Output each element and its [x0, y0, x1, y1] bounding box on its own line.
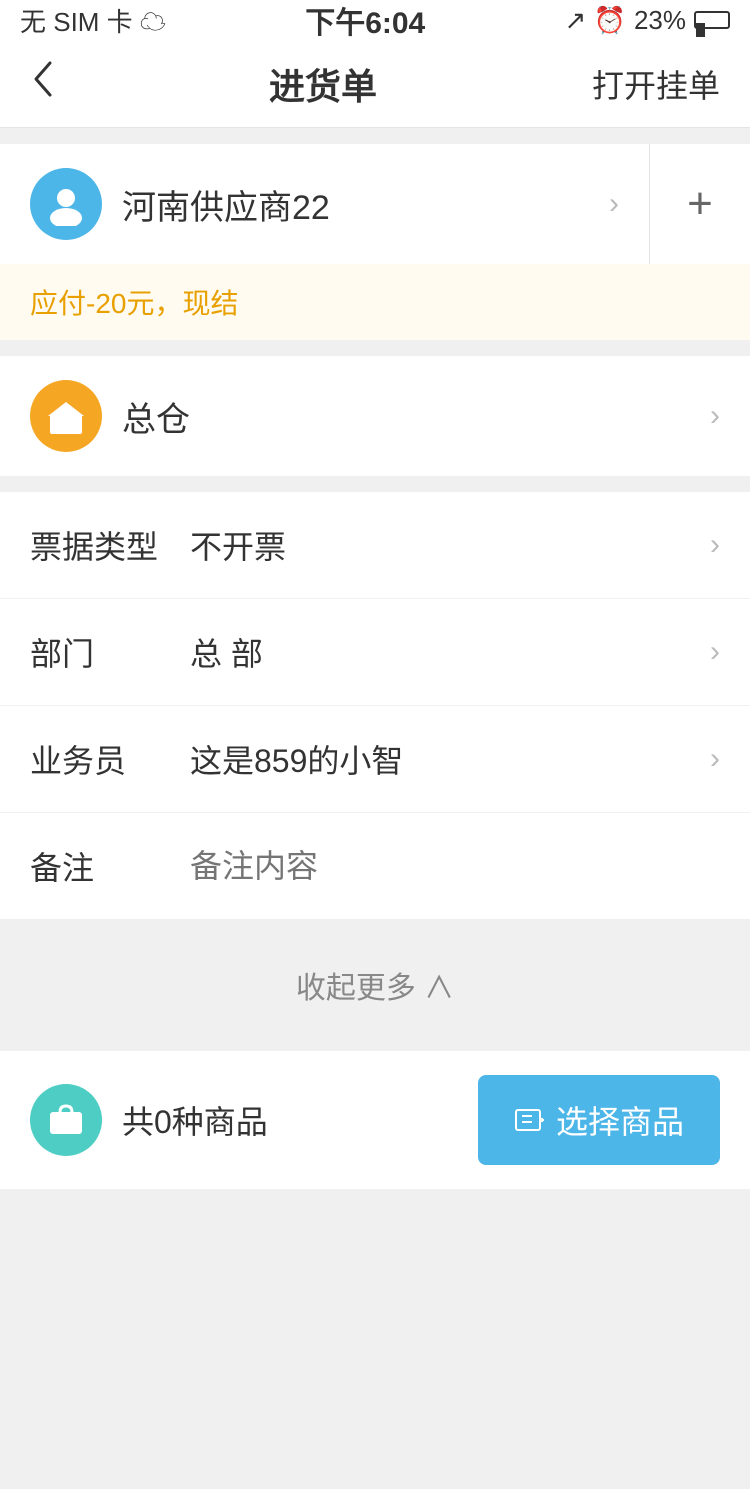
remark-value[interactable] — [190, 848, 720, 885]
bottom-bar: 共0种商品 选择商品 — [0, 1051, 750, 1189]
supplier-name: 河南供应商22 — [122, 180, 609, 229]
product-count: 共0种商品 — [122, 1097, 458, 1143]
department-label: 部门 — [30, 629, 190, 675]
remark-row[interactable]: 备注 — [0, 813, 750, 919]
invoice-type-row[interactable]: 票据类型 不开票 › — [0, 492, 750, 599]
select-product-label: 选择商品 — [556, 1097, 684, 1143]
warning-banner: 应付-20元，现结 — [0, 264, 750, 340]
add-supplier-button[interactable]: + — [650, 144, 750, 264]
battery-bar — [694, 11, 730, 29]
salesperson-label: 业务员 — [30, 736, 190, 782]
chevron-right-icon: › — [710, 635, 720, 669]
chevron-right-icon: › — [710, 528, 720, 562]
status-bar: 无 SIM 卡 ☁ 下午6:04 ↗ ⏰ 23% — [0, 0, 750, 40]
battery-icon: ↗ ⏰ — [565, 5, 626, 36]
status-time: 下午6:04 — [305, 0, 425, 42]
salesperson-value: 这是859的小智 — [190, 736, 710, 782]
department-value: 总 部 — [190, 629, 710, 675]
salesperson-row[interactable]: 业务员 这是859的小智 › — [0, 706, 750, 813]
page-title: 进货单 — [269, 58, 377, 110]
supplier-section: 河南供应商22 › + — [0, 144, 750, 264]
signal-text: 无 SIM 卡 ☁ — [20, 2, 166, 39]
chevron-right-icon: › — [609, 187, 619, 221]
warehouse-section[interactable]: 总仓 › — [0, 356, 750, 476]
product-icon — [30, 1084, 102, 1156]
department-row[interactable]: 部门 总 部 › — [0, 599, 750, 706]
remark-input[interactable] — [190, 848, 720, 885]
form-section: 票据类型 不开票 › 部门 总 部 › 业务员 这是859的小智 › 备注 — [0, 492, 750, 919]
back-button[interactable] — [30, 59, 54, 109]
chevron-right-icon: › — [710, 742, 720, 776]
status-left: 无 SIM 卡 ☁ — [20, 2, 166, 39]
select-product-button[interactable]: 选择商品 — [478, 1075, 720, 1165]
select-product-icon — [514, 1104, 546, 1136]
collapse-button[interactable]: 收起更多 ∧ — [0, 935, 750, 1035]
status-right: ↗ ⏰ 23% — [565, 5, 730, 36]
warehouse-name: 总仓 — [122, 392, 710, 441]
battery-level: 23% — [634, 5, 686, 36]
supplier-avatar — [30, 168, 102, 240]
open-pending-button[interactable]: 打开挂单 — [592, 61, 720, 107]
remark-label: 备注 — [30, 843, 190, 889]
chevron-right-icon: › — [710, 399, 720, 433]
invoice-type-label: 票据类型 — [30, 522, 190, 568]
nav-bar: 进货单 打开挂单 — [0, 40, 750, 128]
content-area: 河南供应商22 › + 应付-20元，现结 总仓 › 票据类型 不开票 › 部门… — [0, 144, 750, 1489]
page-background — [0, 1189, 750, 1489]
warehouse-icon — [30, 380, 102, 452]
supplier-selector[interactable]: 河南供应商22 › — [0, 144, 650, 264]
invoice-type-value: 不开票 — [190, 522, 710, 568]
